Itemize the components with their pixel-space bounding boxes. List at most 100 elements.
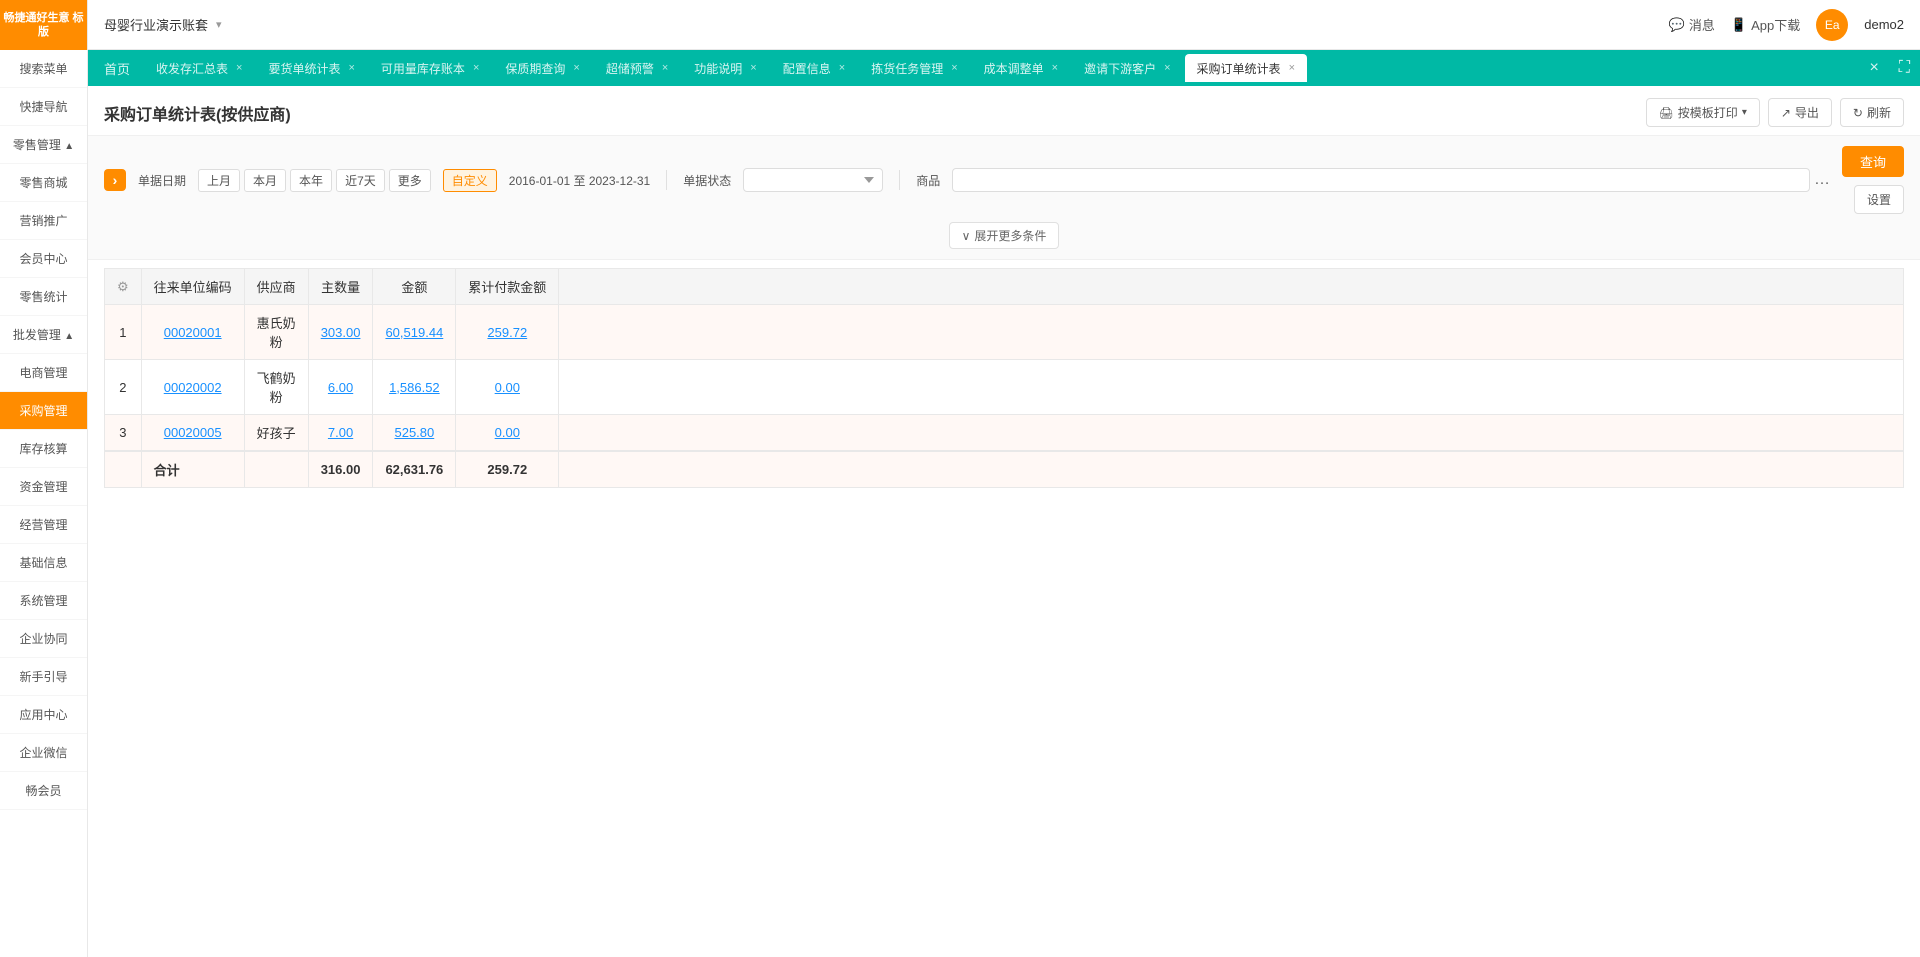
sidebar-item-9[interactable]: 采购管理 — [0, 392, 87, 430]
tab-3[interactable]: 可用量库存账本× — [369, 54, 491, 82]
sidebar-label-11: 资金管理 — [19, 480, 67, 494]
logo-text: 畅捷通好生意 标版 — [0, 11, 87, 40]
sidebar-item-1[interactable]: 快捷导航 — [0, 88, 87, 126]
sidebar-item-18[interactable]: 企业微信 — [0, 734, 87, 772]
footer-amount: 62,631.76 — [373, 451, 456, 488]
print-btn[interactable]: 🖨 按模板打印 ▾ — [1646, 98, 1760, 127]
tab-close-8[interactable]: × — [951, 62, 957, 74]
data-table: ⚙ 往来单位编码 供应商 主数量 金额 累计付款金额 1 00020001 惠氏… — [104, 268, 1904, 488]
cell-amount-1[interactable]: 1,586.52 — [373, 360, 456, 415]
product-input[interactable] — [952, 168, 1810, 192]
sidebar-item-16[interactable]: 新手引导 — [0, 658, 87, 696]
column-settings-icon[interactable]: ⚙ — [117, 279, 129, 294]
sidebar-item-11[interactable]: 资金管理 — [0, 468, 87, 506]
message-btn[interactable]: 💬 消息 — [1669, 15, 1715, 34]
tab-close-4[interactable]: × — [573, 62, 579, 74]
tab-close-11[interactable]: × — [1289, 62, 1295, 74]
sidebar-item-17[interactable]: 应用中心 — [0, 696, 87, 734]
avatar-initials: Ea — [1825, 18, 1840, 32]
sidebar-item-5[interactable]: 会员中心 — [0, 240, 87, 278]
product-input-area: … — [952, 168, 1830, 192]
cell-quantity-0[interactable]: 303.00 — [308, 305, 373, 360]
sidebar-item-3[interactable]: 零售商城 — [0, 164, 87, 202]
cell-paid-1[interactable]: 0.00 — [456, 360, 559, 415]
org-dropdown-icon[interactable]: ▾ — [216, 18, 222, 31]
tab-close-10[interactable]: × — [1164, 62, 1170, 74]
sidebar-item-0[interactable]: 搜索菜单 — [0, 50, 87, 88]
settings-btn[interactable]: 设置 — [1854, 185, 1904, 214]
export-btn[interactable]: ↗ 导出 — [1768, 98, 1832, 127]
sidebar-item-8[interactable]: 电商管理 — [0, 354, 87, 392]
date-btn-2[interactable]: 本年 — [290, 169, 332, 192]
topbar-right: 💬 消息 📱 App下载 Ea demo2 — [1669, 9, 1904, 41]
tab-close-2[interactable]: × — [348, 62, 354, 74]
custom-date-btn[interactable]: 自定义 — [443, 169, 497, 192]
cell-quantity-2[interactable]: 7.00 — [308, 415, 373, 452]
filter-more-row: ∨ 展开更多条件 — [104, 222, 1904, 249]
footer-empty-2 — [244, 451, 308, 488]
tab-10[interactable]: 邀请下游客户× — [1072, 54, 1182, 82]
tab-0[interactable]: 首页 — [92, 54, 142, 82]
org-selector[interactable]: 母婴行业演示账套 — [104, 15, 208, 34]
tab-8[interactable]: 拣货任务管理× — [859, 54, 969, 82]
sidebar-item-13[interactable]: 基础信息 — [0, 544, 87, 582]
date-btn-3[interactable]: 近7天 — [336, 169, 385, 192]
table-row: 1 00020001 惠氏奶粉 303.00 60,519.44 259.72 — [105, 305, 1904, 360]
username[interactable]: demo2 — [1864, 17, 1904, 32]
tab-close-3[interactable]: × — [473, 62, 479, 74]
tab-close-7[interactable]: × — [839, 62, 845, 74]
footer-empty-3 — [559, 451, 1904, 488]
refresh-icon: ↻ — [1853, 106, 1863, 120]
app-download-btn[interactable]: 📱 App下载 — [1731, 15, 1800, 34]
tab-4[interactable]: 保质期查询× — [493, 54, 591, 82]
tab-5[interactable]: 超储预警× — [594, 54, 680, 82]
tab-label-1: 收发存汇总表 — [156, 60, 228, 77]
sidebar-item-15[interactable]: 企业协同 — [0, 620, 87, 658]
tab-close-9[interactable]: × — [1052, 62, 1058, 74]
cell-quantity-1[interactable]: 6.00 — [308, 360, 373, 415]
expand-more-btn[interactable]: ∨ 展开更多条件 — [949, 222, 1060, 249]
print-label: 按模板打印 — [1678, 104, 1738, 121]
tab-close-5[interactable]: × — [662, 62, 668, 74]
cell-code-0[interactable]: 00020001 — [141, 305, 244, 360]
query-btn[interactable]: 查询 — [1842, 146, 1904, 177]
filter-toggle-btn[interactable]: › — [104, 169, 126, 191]
sidebar-item-19[interactable]: 畅会员 — [0, 772, 87, 810]
date-btn-0[interactable]: 上月 — [198, 169, 240, 192]
sidebar-item-7[interactable]: 批发管理 ▲ — [0, 316, 87, 354]
filter-separator-2 — [899, 170, 900, 190]
export-icon: ↗ — [1781, 106, 1791, 120]
cell-index-1: 2 — [105, 360, 142, 415]
sidebar-item-4[interactable]: 营销推广 — [0, 202, 87, 240]
sidebar-label-6: 零售统计 — [19, 290, 67, 304]
refresh-label: 刷新 — [1867, 104, 1891, 121]
product-dots-btn[interactable]: … — [1814, 171, 1830, 189]
refresh-btn[interactable]: ↻ 刷新 — [1840, 98, 1904, 127]
sidebar-item-2[interactable]: 零售管理 ▲ — [0, 126, 87, 164]
cell-amount-2[interactable]: 525.80 — [373, 415, 456, 452]
cell-amount-0[interactable]: 60,519.44 — [373, 305, 456, 360]
cell-code-2[interactable]: 00020005 — [141, 415, 244, 452]
tab-9[interactable]: 成本调整单× — [972, 54, 1070, 82]
tab-7[interactable]: 配置信息× — [771, 54, 857, 82]
tab-close-6[interactable]: × — [750, 62, 756, 74]
tab-close-1[interactable]: × — [236, 62, 242, 74]
tab-2[interactable]: 要货单统计表× — [256, 54, 366, 82]
fullscreen-btn[interactable]: ⛶ — [1893, 57, 1916, 79]
close-all-btn[interactable]: × — [1863, 57, 1884, 79]
tab-11[interactable]: 采购订单统计表× — [1185, 54, 1307, 82]
sidebar-item-10[interactable]: 库存核算 — [0, 430, 87, 468]
tab-6[interactable]: 功能说明× — [682, 54, 768, 82]
cell-paid-2[interactable]: 0.00 — [456, 415, 559, 452]
sidebar-item-12[interactable]: 经营管理 — [0, 506, 87, 544]
date-btn-1[interactable]: 本月 — [244, 169, 286, 192]
print-dropdown-icon: ▾ — [1742, 107, 1747, 118]
tab-1[interactable]: 收发存汇总表 × — [144, 54, 254, 82]
date-btn-4[interactable]: 更多 — [389, 169, 431, 192]
cell-paid-0[interactable]: 259.72 — [456, 305, 559, 360]
sidebar-item-14[interactable]: 系统管理 — [0, 582, 87, 620]
status-select[interactable] — [743, 168, 883, 192]
cell-code-1[interactable]: 00020002 — [141, 360, 244, 415]
sidebar-item-6[interactable]: 零售统计 — [0, 278, 87, 316]
export-label: 导出 — [1795, 104, 1819, 121]
